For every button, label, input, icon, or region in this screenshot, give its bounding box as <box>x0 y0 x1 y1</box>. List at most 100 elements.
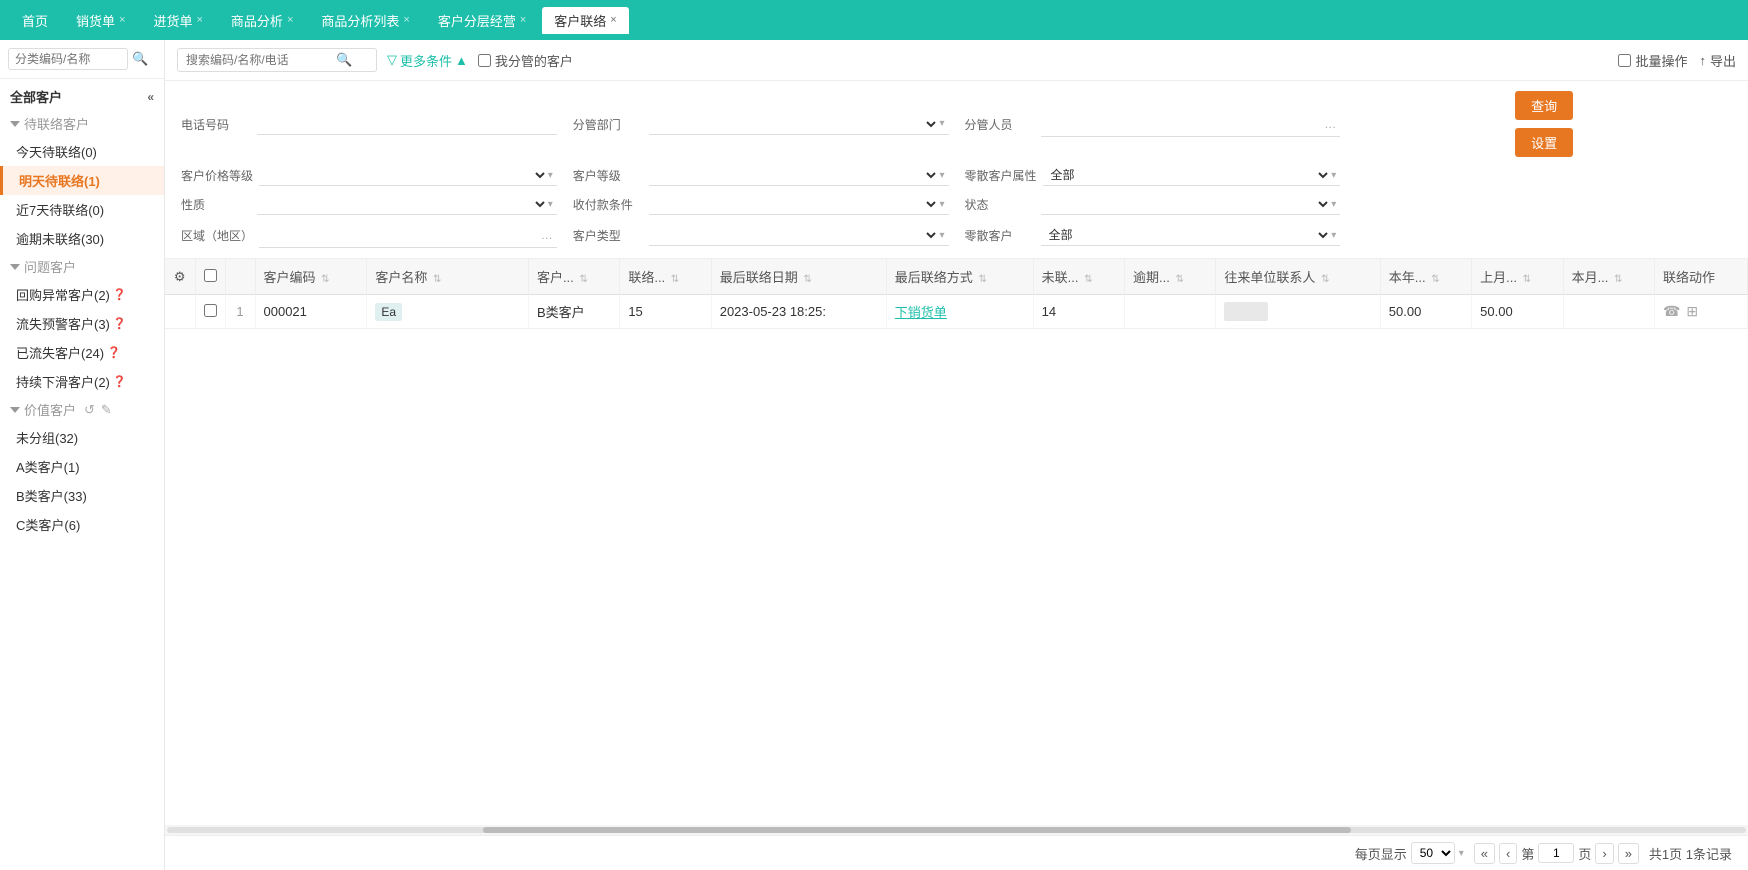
sidebar-search-input[interactable] <box>8 48 128 70</box>
nav-item-4[interactable]: 客户分层经营 × <box>426 7 538 34</box>
name-th[interactable]: 客户名称 ⇅ <box>367 259 529 295</box>
scrollbar-area[interactable] <box>165 825 1748 835</box>
prev-page-btn[interactable]: ‹ <box>1499 843 1517 864</box>
close-icon[interactable]: × <box>610 14 616 26</box>
customer-level-select[interactable]: ▾ <box>649 165 949 186</box>
close-icon[interactable]: × <box>119 14 125 26</box>
page-size-select[interactable]: 50 <box>1411 842 1455 864</box>
sidebar-item-a-class[interactable]: A类客户(1) <box>0 452 164 481</box>
last-page-btn[interactable]: » <box>1618 843 1639 864</box>
close-icon[interactable]: × <box>287 14 293 26</box>
sidebar-item-overdue[interactable]: 逾期未联络(30) <box>0 224 164 253</box>
nav-item-1[interactable]: 进货单 × <box>141 7 214 34</box>
sidebar-item-7days[interactable]: 近7天待联络(0) <box>0 195 164 224</box>
overdue-th[interactable]: 逾期... ⇅ <box>1125 259 1216 295</box>
next-page-btn[interactable]: › <box>1595 843 1613 864</box>
this-year-th[interactable]: 本年... ⇅ <box>1380 259 1471 295</box>
last-contact-date-th[interactable]: 最后联络日期 ⇅ <box>711 259 886 295</box>
sidebar-item-churned[interactable]: 已流失客户(24) ❓ <box>0 338 164 367</box>
sidebar-item-tomorrow[interactable]: 明天待联络(1) <box>0 166 164 195</box>
edit-icon[interactable]: ✎ <box>101 402 112 418</box>
close-icon[interactable]: × <box>520 14 526 26</box>
price-level-select-input[interactable] <box>263 167 548 183</box>
customer-type-label: 客户类型 <box>573 227 643 244</box>
contacts-th[interactable]: 联络... ⇅ <box>620 259 711 295</box>
filter-payment: 收付款条件 ▾ <box>573 194 949 215</box>
status-select[interactable]: ▾ <box>1041 194 1341 215</box>
retail-customer-select-input[interactable]: 全部 <box>1045 227 1332 243</box>
contact-person-th[interactable]: 往来单位联系人 ⇅ <box>1216 259 1380 295</box>
nav-item-0[interactable]: 销货单 × <box>64 7 137 34</box>
sidebar-item-abnormal[interactable]: 回购异常客户(2) ❓ <box>0 280 164 309</box>
my-customers-check[interactable] <box>478 54 491 67</box>
last-contact-method-th[interactable]: 最后联络方式 ⇅ <box>886 259 1033 295</box>
gender-select[interactable]: ▾ <box>257 194 557 215</box>
close-icon[interactable]: × <box>403 14 409 26</box>
search-icon[interactable]: 🔍 <box>132 51 148 67</box>
collapse-icon[interactable]: « <box>147 90 154 104</box>
phone-input[interactable] <box>257 114 557 135</box>
close-icon[interactable]: × <box>196 14 202 26</box>
page-input[interactable] <box>1538 843 1574 863</box>
sidebar-item-today[interactable]: 今天待联络(0) <box>0 137 164 166</box>
customer-type-select-input[interactable] <box>653 227 940 243</box>
batch-op-btn[interactable]: 批量操作 <box>1618 51 1687 70</box>
settings-th[interactable]: ⚙ <box>165 259 195 295</box>
first-page-btn[interactable]: « <box>1474 843 1495 864</box>
sidebar-item-c-class[interactable]: C类客户(6) <box>0 510 164 539</box>
nav-item-5[interactable]: 客户联络 × <box>542 7 628 34</box>
sort-icon: ⇅ <box>433 274 441 285</box>
payment-select[interactable]: ▾ <box>649 194 949 215</box>
row-checkbox[interactable] <box>204 304 217 317</box>
retail-attr-select-input[interactable]: 全部 <box>1047 167 1332 183</box>
sort-icon: ⇅ <box>1614 274 1622 285</box>
sidebar-item-declining[interactable]: 持续下滑客户(2) ❓ <box>0 367 164 396</box>
scrollbar-thumb[interactable] <box>483 827 1351 833</box>
query-button[interactable]: 查询 <box>1515 91 1573 120</box>
settings-button[interactable]: 设置 <box>1515 128 1573 157</box>
retail-attr-select[interactable]: 全部 ▾ <box>1043 165 1341 186</box>
price-level-select[interactable]: ▾ <box>259 165 557 186</box>
more-icon[interactable]: … <box>1324 117 1336 131</box>
status-select-input[interactable] <box>1045 196 1332 212</box>
export-btn[interactable]: ↑ 导出 <box>1699 51 1736 70</box>
help-icon[interactable]: ❓ <box>113 317 127 330</box>
sidebar-item-ungroup[interactable]: 未分组(32) <box>0 423 164 452</box>
dept-select[interactable]: ▾ <box>649 114 949 135</box>
sidebar-item-churn-warning[interactable]: 流失预警客户(3) ❓ <box>0 309 164 338</box>
help-icon[interactable]: ❓ <box>113 375 127 388</box>
help-icon[interactable]: ❓ <box>107 346 121 359</box>
nav-home[interactable]: 首页 <box>10 7 60 34</box>
last-month-th[interactable]: 上月... ⇅ <box>1472 259 1563 295</box>
retail-customer-select[interactable]: 全部 ▾ <box>1041 225 1341 246</box>
retail-attr-label: 零散客户属性 <box>965 167 1037 184</box>
refresh-icon[interactable]: ↺ <box>84 402 95 418</box>
more-icon[interactable]: … <box>541 228 553 242</box>
search-input[interactable] <box>186 53 336 67</box>
grid-action-icon[interactable]: ⊞ <box>1686 303 1698 320</box>
this-month-th[interactable]: 本月... ⇅ <box>1563 259 1654 295</box>
sidebar-item-b-class[interactable]: B类客户(33) <box>0 481 164 510</box>
nav-item-2[interactable]: 商品分析 × <box>219 7 305 34</box>
my-customers-checkbox[interactable]: 我分管的客户 <box>478 51 573 70</box>
dept-select-input[interactable] <box>653 116 940 132</box>
type-th[interactable]: 客户... ⇅ <box>528 259 619 295</box>
more-conditions-btn[interactable]: ▽ 更多条件 ▲ <box>387 51 468 70</box>
row-last-contact-method[interactable]: 下销货单 <box>886 295 1033 329</box>
nav-item-3[interactable]: 商品分析列表 × <box>309 7 421 34</box>
select-all-checkbox[interactable] <box>204 269 217 282</box>
all-customers-title[interactable]: 全部客户 « <box>0 79 164 110</box>
region-input[interactable] <box>263 225 541 245</box>
last-contact-link[interactable]: 下销货单 <box>895 305 947 320</box>
payment-select-input[interactable] <box>653 196 940 212</box>
customer-level-select-input[interactable] <box>653 167 940 183</box>
batch-op-check[interactable] <box>1618 54 1631 67</box>
code-th[interactable]: 客户编码 ⇅ <box>255 259 367 295</box>
customer-type-select[interactable]: ▾ <box>649 225 949 246</box>
phone-action-icon[interactable]: ☎ <box>1663 303 1680 320</box>
search-icon[interactable]: 🔍 <box>336 52 352 68</box>
help-icon[interactable]: ❓ <box>113 288 127 301</box>
gender-select-input[interactable] <box>261 196 548 212</box>
person-input[interactable] <box>1045 114 1325 134</box>
no-contact-th[interactable]: 未联... ⇅ <box>1033 259 1124 295</box>
